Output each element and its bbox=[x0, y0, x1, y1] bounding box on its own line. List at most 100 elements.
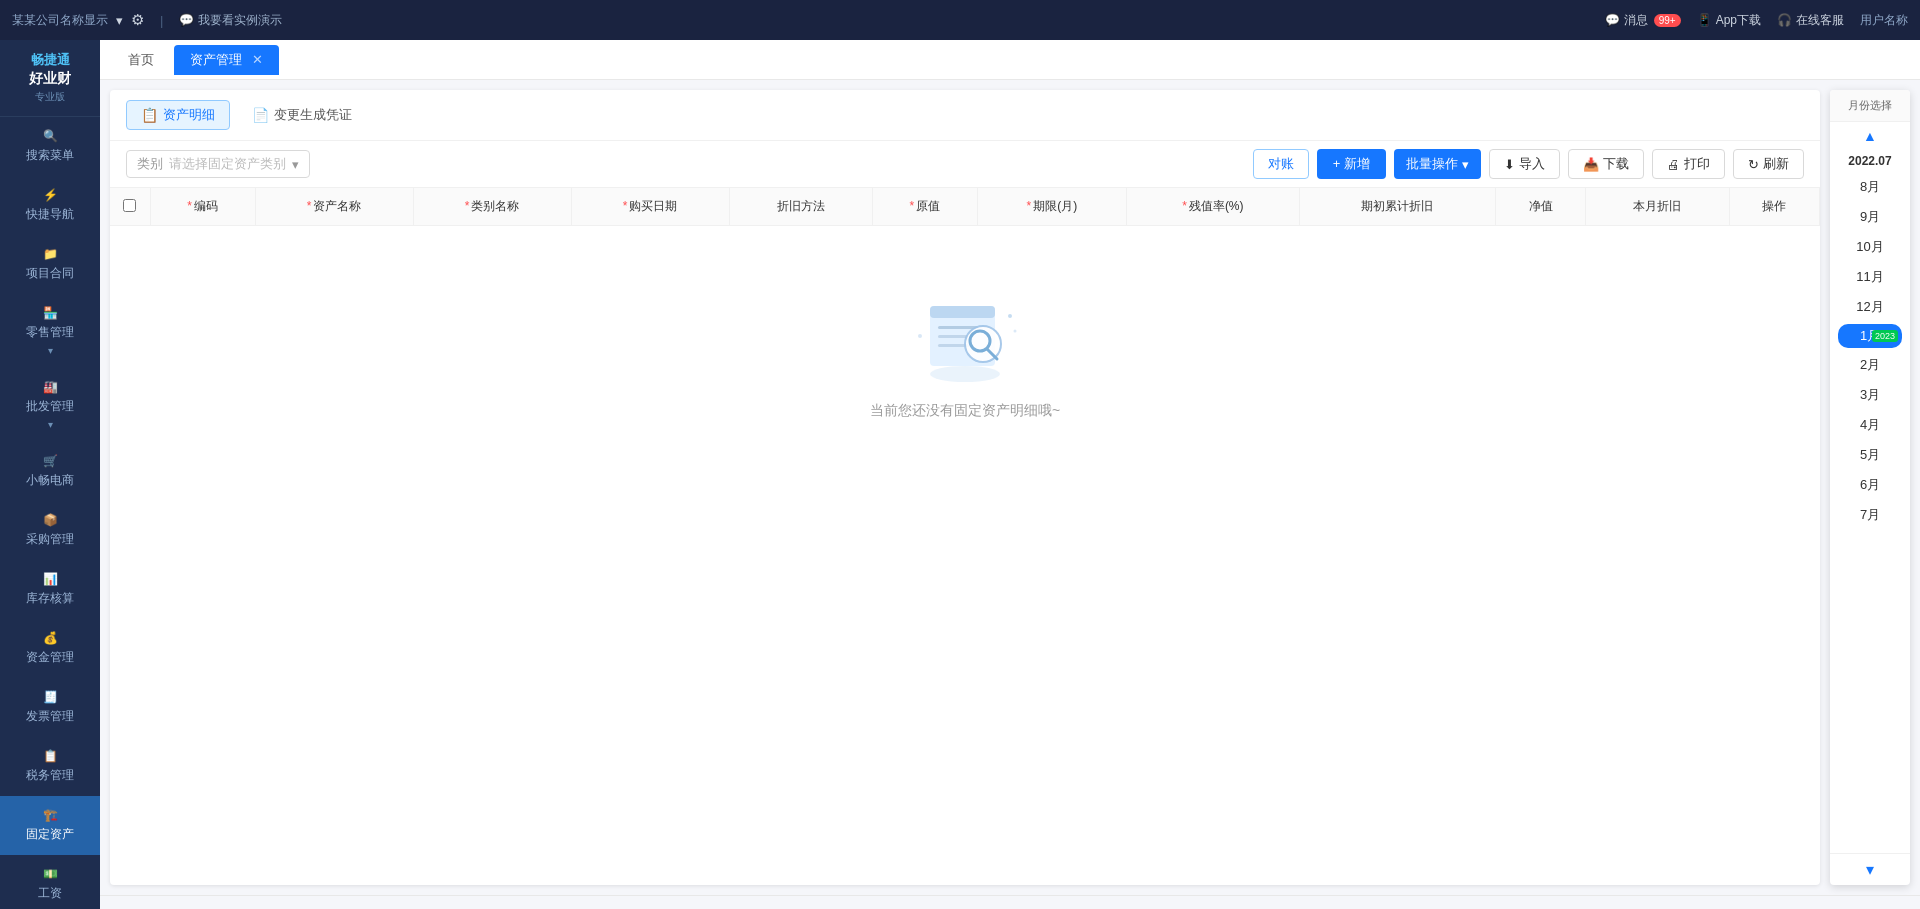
sidebar-item-ecommerce[interactable]: 🛒 小畅电商 bbox=[0, 442, 100, 501]
finance-icon: 💰 bbox=[43, 631, 58, 645]
col-depreciation-method: 折旧方法 bbox=[729, 188, 872, 226]
svg-point-10 bbox=[1014, 330, 1017, 333]
asset-icon: 🏗️ bbox=[43, 808, 58, 822]
sub-tab-voucher[interactable]: 📄 变更生成凭证 bbox=[238, 101, 366, 129]
sidebar-item-inventory[interactable]: 📊 库存核算 bbox=[0, 560, 100, 619]
svg-point-9 bbox=[1008, 314, 1012, 318]
content-area: 首页 资产管理 ✕ 📋 资产明细 📄 变更生成凭证 bbox=[100, 40, 1920, 909]
online-service-group[interactable]: 🎧 在线客服 bbox=[1777, 12, 1844, 29]
chevron-down-icon: ▾ bbox=[48, 345, 53, 356]
asset-table-wrapper: *编码 *资产名称 *类别名称 *购买日期 折旧方法 *原值 *期限(月) *残… bbox=[110, 188, 1820, 885]
sidebar-item-wholesale[interactable]: 🏭 批发管理 ▾ bbox=[0, 368, 100, 442]
refresh-button[interactable]: ↻ 刷新 bbox=[1733, 149, 1804, 179]
svg-rect-2 bbox=[930, 306, 995, 318]
sidebar-item-finance[interactable]: 💰 资金管理 bbox=[0, 619, 100, 678]
month-nav-up[interactable]: ▲ bbox=[1830, 122, 1910, 150]
import-button[interactable]: ⬇ 导入 bbox=[1489, 149, 1560, 179]
col-name: *资产名称 bbox=[255, 188, 413, 226]
month-item-6[interactable]: 6月 bbox=[1830, 470, 1910, 500]
month-item-2[interactable]: 2月 bbox=[1830, 350, 1910, 380]
message-badge: 99+ bbox=[1654, 14, 1681, 27]
month-nav-up-btn[interactable]: ▲ bbox=[1857, 126, 1883, 146]
month-item-9[interactable]: 9月 bbox=[1830, 202, 1910, 232]
month-item-8[interactable]: 8月 bbox=[1830, 172, 1910, 202]
purchase-icon: 📦 bbox=[43, 513, 58, 527]
svg-point-0 bbox=[930, 366, 1000, 382]
select-all-checkbox[interactable] bbox=[123, 199, 136, 212]
nav-icon: ⚡ bbox=[43, 188, 58, 202]
month-panel-footer: ▾ bbox=[1830, 853, 1910, 885]
svg-rect-4 bbox=[938, 335, 968, 338]
tab-asset-management[interactable]: 资产管理 ✕ bbox=[174, 45, 279, 75]
app-name: 畅捷通 好业财 bbox=[8, 52, 92, 88]
top-bar-left: 某某公司名称显示 ▾ ⚙ | 💬 我要看实例演示 bbox=[12, 11, 282, 29]
month-item-1[interactable]: 1月 2023 bbox=[1838, 324, 1902, 348]
reconcile-button[interactable]: 对账 bbox=[1253, 149, 1309, 179]
sub-tab-asset-detail[interactable]: 📋 资产明细 bbox=[126, 100, 230, 130]
top-bar: 某某公司名称显示 ▾ ⚙ | 💬 我要看实例演示 💬 消息 99+ 📱 App下… bbox=[0, 0, 1920, 40]
empty-state: 当前您还没有固定资产明细哦~ bbox=[110, 226, 1820, 480]
month-item-11[interactable]: 11月 bbox=[1830, 262, 1910, 292]
add-button[interactable]: + 新增 bbox=[1317, 149, 1386, 179]
main-panel: 📋 资产明细 📄 变更生成凭证 类别 请选择固定资产类别 ▾ bbox=[110, 90, 1820, 885]
tab-bar: 首页 资产管理 ✕ bbox=[100, 40, 1920, 80]
sidebar-item-salary[interactable]: 💵 工资 bbox=[0, 855, 100, 909]
month-panel: 月份选择 ▲ 2022.07 8月 9月 10月 11月 12月 1月 2023 bbox=[1830, 90, 1910, 885]
tab-close-icon[interactable]: ✕ bbox=[252, 52, 263, 67]
headset-icon: 🎧 bbox=[1777, 13, 1792, 27]
category-filter[interactable]: 类别 请选择固定资产类别 ▾ bbox=[126, 150, 310, 178]
message-group[interactable]: 💬 消息 99+ bbox=[1605, 12, 1681, 29]
select-all-header[interactable] bbox=[110, 188, 150, 226]
col-purchase-date: *购买日期 bbox=[571, 188, 729, 226]
tab-home[interactable]: 首页 bbox=[112, 45, 170, 75]
chevron-down-icon: ▾ bbox=[48, 419, 53, 430]
month-item-7[interactable]: 7月 bbox=[1830, 500, 1910, 530]
print-button[interactable]: 🖨 打印 bbox=[1652, 149, 1725, 179]
app-download-group[interactable]: 📱 App下载 bbox=[1697, 12, 1761, 29]
sidebar-item-tax[interactable]: 📋 税务管理 bbox=[0, 737, 100, 796]
project-icon: 📁 bbox=[43, 247, 58, 261]
sidebar-item-invoice[interactable]: 🧾 发票管理 bbox=[0, 678, 100, 737]
message-icon: 💬 bbox=[1605, 13, 1620, 27]
month-item-10[interactable]: 10月 bbox=[1830, 232, 1910, 262]
demo-link[interactable]: 💬 我要看实例演示 bbox=[179, 12, 282, 29]
download-button[interactable]: 📥 下载 bbox=[1568, 149, 1644, 179]
month-item-5[interactable]: 5月 bbox=[1830, 440, 1910, 470]
month-item-4[interactable]: 4月 bbox=[1830, 410, 1910, 440]
sidebar-item-purchase[interactable]: 📦 采购管理 bbox=[0, 501, 100, 560]
current-year-display: 2022.07 bbox=[1830, 150, 1910, 172]
col-net-value: 净值 bbox=[1495, 188, 1585, 226]
company-name: 某某公司名称显示 bbox=[12, 12, 108, 29]
sidebar-item-project[interactable]: 📁 项目合同 bbox=[0, 235, 100, 294]
demo-icon: 💬 bbox=[179, 13, 194, 27]
retail-icon: 🏪 bbox=[43, 306, 58, 320]
print-icon: 🖨 bbox=[1667, 157, 1680, 172]
col-accumulated: 期初累计折旧 bbox=[1299, 188, 1495, 226]
col-operation: 操作 bbox=[1729, 188, 1819, 226]
bottom-scrollbar[interactable] bbox=[100, 895, 1920, 909]
sidebar-item-search[interactable]: 🔍 搜索菜单 bbox=[0, 117, 100, 176]
salary-icon: 💵 bbox=[43, 867, 58, 881]
app-edition: 专业版 bbox=[8, 90, 92, 104]
ecommerce-icon: 🛒 bbox=[43, 454, 58, 468]
month-nav-down-btn[interactable]: ▾ bbox=[1866, 860, 1874, 879]
top-bar-right: 💬 消息 99+ 📱 App下载 🎧 在线客服 用户名称 bbox=[1605, 12, 1908, 29]
wholesale-icon: 🏭 bbox=[43, 380, 58, 394]
company-dropdown[interactable]: ▾ bbox=[116, 13, 123, 28]
empty-illustration bbox=[905, 286, 1025, 386]
svg-point-11 bbox=[918, 334, 922, 338]
toolbar: 类别 请选择固定资产类别 ▾ 对账 + 新增 批量操作 ▾ ⬇ 导入 bbox=[110, 141, 1820, 188]
sidebar-item-retail[interactable]: 🏪 零售管理 ▾ bbox=[0, 294, 100, 368]
batch-button[interactable]: 批量操作 ▾ bbox=[1394, 149, 1481, 179]
chevron-down-icon: ▾ bbox=[1462, 157, 1469, 172]
col-period: *期限(月) bbox=[977, 188, 1126, 226]
col-monthly: 本月折旧 bbox=[1586, 188, 1729, 226]
settings-icon[interactable]: ⚙ bbox=[131, 11, 144, 29]
sidebar-item-fixed-asset[interactable]: 🏗️ 固定资产 bbox=[0, 796, 100, 855]
sidebar-item-quick-nav[interactable]: ⚡ 快捷导航 bbox=[0, 176, 100, 235]
col-original-value: *原值 bbox=[872, 188, 977, 226]
user-info: 用户名称 bbox=[1860, 12, 1908, 29]
dropdown-arrow-icon: ▾ bbox=[292, 157, 299, 172]
month-item-3[interactable]: 3月 bbox=[1830, 380, 1910, 410]
month-item-12[interactable]: 12月 bbox=[1830, 292, 1910, 322]
